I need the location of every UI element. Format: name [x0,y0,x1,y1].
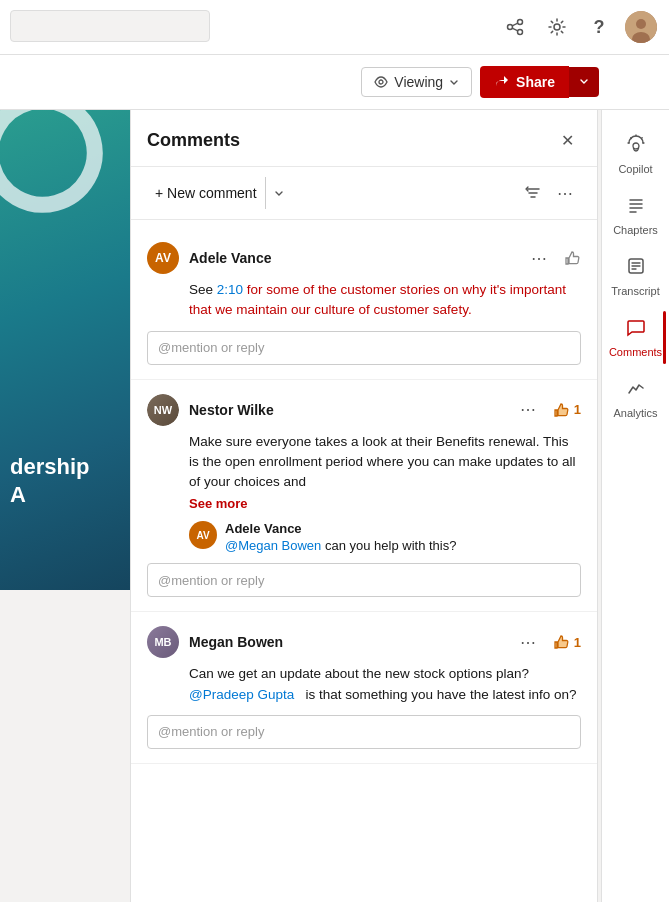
sidebar-item-transcript[interactable]: Transcript [606,246,666,307]
viewing-button[interactable]: Viewing [361,67,472,97]
reply-placeholder: @mention or reply [158,573,264,588]
avatar: AV [147,242,179,274]
comment-author: Megan Bowen [189,634,504,650]
comment-item: NW Nestor Wilke ⋯ 1 Make sure everyone t… [131,380,597,613]
comment-like-button[interactable]: 1 [552,401,581,419]
active-indicator [663,311,666,364]
more-options-button[interactable]: ⋯ [549,177,581,209]
new-comment-label: + New comment [155,185,257,201]
comment-more-button[interactable]: ⋯ [525,244,553,272]
comment-header: NW Nestor Wilke ⋯ 1 [147,394,581,426]
reply-input-1[interactable]: @mention or reply [147,331,581,365]
decorative-shape [0,110,125,235]
copilot-icon [625,132,647,159]
reply-input-2[interactable]: @mention or reply [147,563,581,597]
comments-icon [626,317,646,342]
comment-item: MB Megan Bowen ⋯ 1 Can we get an update … [131,612,597,764]
help-icon[interactable]: ? [583,11,615,43]
analytics-icon [626,378,646,403]
close-button[interactable]: ✕ [553,126,581,154]
reply-author: Adele Vance [225,521,456,536]
svg-point-7 [636,19,646,29]
sort-button[interactable] [517,177,549,209]
comment-author: Adele Vance [189,250,515,266]
reply-area: @mention or reply [147,715,581,749]
new-comment-button[interactable]: + New comment [147,179,265,207]
sidebar-item-copilot[interactable]: Copilot [606,122,666,185]
viewing-label: Viewing [394,74,443,90]
sidebar-label-chapters: Chapters [613,224,658,236]
comment-like-button[interactable]: 1 [552,633,581,651]
comment-header: MB Megan Bowen ⋯ 1 [147,626,581,658]
sidebar-label-transcript: Transcript [611,285,660,297]
comments-panel: Comments ✕ + New comment ⋯ AV Adele Vanc… [130,110,598,902]
timestamp-link[interactable]: 2:10 [217,282,243,297]
mention: @Megan Bowen [225,538,321,553]
like-count: 1 [574,635,581,650]
reply-text: @Megan Bowen can you help with this? [225,538,456,553]
see-more-button[interactable]: See more [189,496,581,511]
top-bar: ? [0,0,669,55]
reply-item: AV Adele Vance @Megan Bowen can you help… [189,521,581,553]
share-button-group: Share [480,66,599,98]
avatar: MB [147,626,179,658]
comment-text: See 2:10 for some of the customer storie… [189,280,581,321]
svg-point-5 [554,24,560,30]
share-label: Share [516,74,555,90]
reply-avatar: AV [189,521,217,549]
comment-text: Make sure everyone takes a look at their… [189,432,581,493]
comment-header: AV Adele Vance ⋯ [147,242,581,274]
search-box[interactable] [10,10,210,42]
comment-author: Nestor Wilke [189,402,504,418]
sidebar-label-analytics: Analytics [613,407,657,419]
reply-placeholder: @mention or reply [158,340,264,355]
reply-area: @mention or reply [147,563,581,597]
reply-area: @mention or reply [147,331,581,365]
comment-more-button[interactable]: ⋯ [514,628,542,656]
comment-more-button[interactable]: ⋯ [514,396,542,424]
comments-header: Comments ✕ [131,110,597,167]
comment-text: Can we get an update about the new stock… [189,664,581,705]
user-avatar[interactable] [625,11,657,43]
comment-item: AV Adele Vance ⋯ See 2:10 for some of th… [131,228,597,380]
sidebar-label-comments: Comments [609,346,662,358]
svg-point-0 [508,25,513,30]
left-panel: dership A [0,110,130,590]
action-bar: Viewing Share [0,55,669,110]
reply-content: Adele Vance @Megan Bowen can you help wi… [225,521,456,553]
mention: @Pradeep Gupta [189,687,294,702]
share-button[interactable]: Share [480,66,569,98]
svg-point-1 [518,20,523,25]
svg-line-4 [512,28,518,31]
connections-icon[interactable] [499,11,531,43]
left-panel-text: dership A [10,453,89,510]
new-comment-caret[interactable] [265,177,293,209]
reply-placeholder: @mention or reply [158,724,264,739]
right-sidebar: Copilot Chapters Transcript [601,110,669,902]
share-caret-button[interactable] [569,67,599,97]
svg-point-2 [518,30,523,35]
settings-icon[interactable] [541,11,573,43]
svg-point-9 [379,80,383,84]
like-count: 1 [574,402,581,417]
sidebar-item-comments[interactable]: Comments [606,307,666,368]
comments-title: Comments [147,130,240,151]
avatar: NW [147,394,179,426]
comments-toolbar: + New comment ⋯ [131,167,597,220]
sidebar-item-analytics[interactable]: Analytics [606,368,666,429]
comments-list: AV Adele Vance ⋯ See 2:10 for some of th… [131,220,597,902]
sidebar-label-copilot: Copilot [618,163,652,175]
svg-line-3 [512,23,518,26]
transcript-icon [626,256,646,281]
sidebar-item-chapters[interactable]: Chapters [606,185,666,246]
comment-like-button[interactable] [563,249,581,267]
reply-input-3[interactable]: @mention or reply [147,715,581,749]
chapters-icon [626,195,646,220]
